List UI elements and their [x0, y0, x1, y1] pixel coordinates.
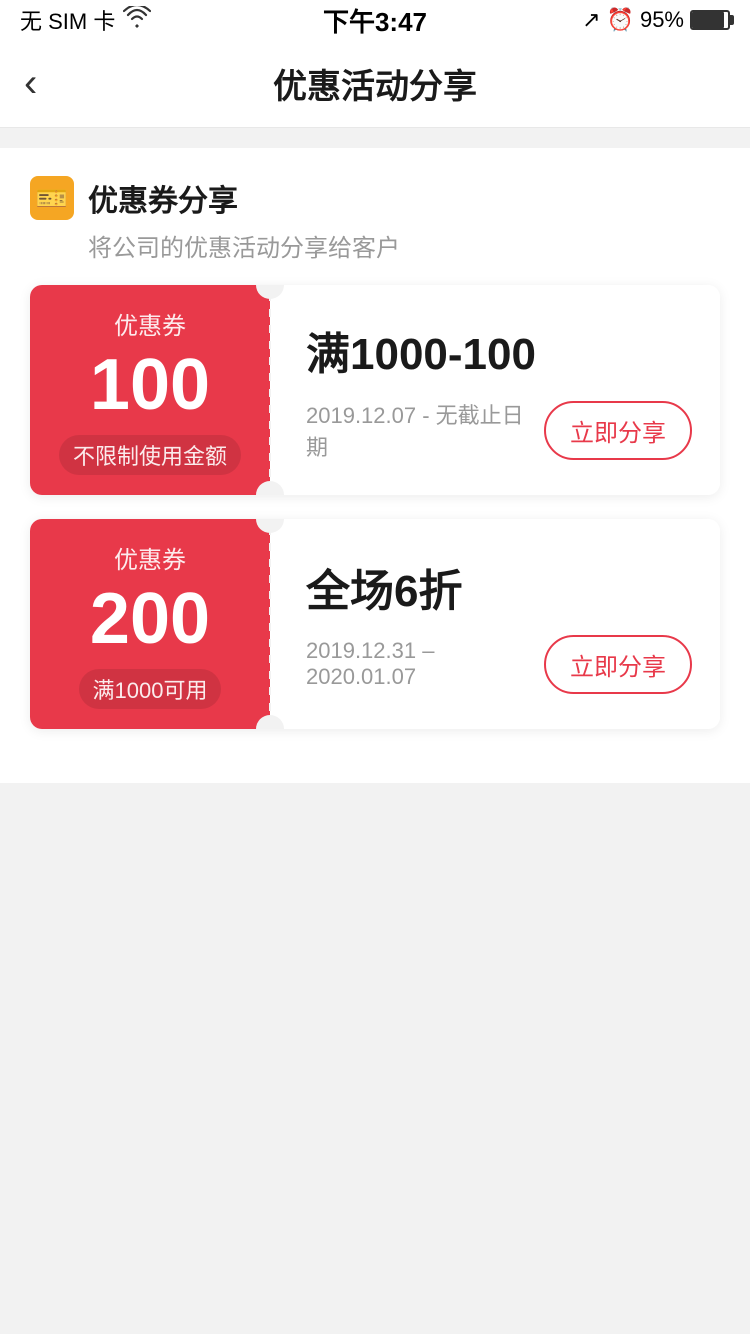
- coupon-name-2: 全场6折: [306, 555, 692, 619]
- battery-icon: [690, 10, 730, 30]
- status-bar: 无 SIM 卡 下午3:47 ↗ ⏰ 95%: [0, 0, 750, 40]
- empty-space: [0, 783, 750, 1183]
- section-header-row: 🎫 优惠券分享: [30, 176, 720, 220]
- coupon-date-row-1: 2019.12.07 - 无截止日期 立即分享: [306, 398, 692, 462]
- back-button[interactable]: ‹: [24, 61, 37, 106]
- status-left: 无 SIM 卡: [20, 4, 151, 36]
- carrier-text: 无 SIM 卡: [20, 4, 115, 36]
- coupon-right-2: 全场6折 2019.12.31 – 2020.01.07 立即分享: [270, 519, 720, 729]
- coupon-date-row-2: 2019.12.31 – 2020.01.07 立即分享: [306, 635, 692, 694]
- coupon-value-2: 200: [90, 583, 210, 655]
- top-divider: [0, 128, 750, 148]
- coupon-right-1: 满1000-100 2019.12.07 - 无截止日期 立即分享: [270, 285, 720, 495]
- coupon-list: 优惠券 100 不限制使用金额 满1000-100 2019.12.07 - 无…: [0, 285, 750, 783]
- coupon-left-1: 优惠券 100 不限制使用金额: [30, 285, 270, 495]
- coupon-value-1: 100: [90, 349, 210, 421]
- coupon-name-1: 满1000-100: [306, 318, 692, 382]
- section-header: 🎫 优惠券分享 将公司的优惠活动分享给客户: [0, 148, 750, 285]
- page-title: 优惠活动分享: [273, 59, 477, 108]
- status-time: 下午3:47: [323, 2, 427, 39]
- share-button-1[interactable]: 立即分享: [544, 401, 692, 460]
- coupon-card-1: 优惠券 100 不限制使用金额 满1000-100 2019.12.07 - 无…: [30, 285, 720, 495]
- coupon-label-2: 优惠券: [114, 540, 186, 575]
- alarm-icon: ⏰: [607, 7, 634, 33]
- location-icon: ↗: [582, 7, 600, 33]
- back-arrow: ‹: [24, 61, 37, 106]
- section-title: 优惠券分享: [88, 176, 238, 220]
- section-subtitle: 将公司的优惠活动分享给客户: [88, 228, 720, 263]
- coupon-condition-2: 满1000可用: [79, 669, 222, 709]
- section-icon: 🎫: [30, 176, 74, 220]
- coupon-icon: 🎫: [36, 183, 68, 214]
- coupon-label-1: 优惠券: [114, 306, 186, 341]
- nav-bar: ‹ 优惠活动分享: [0, 40, 750, 128]
- coupon-date-1: 2019.12.07 - 无截止日期: [306, 398, 544, 462]
- status-right: ↗ ⏰ 95%: [582, 7, 730, 33]
- share-button-2[interactable]: 立即分享: [544, 635, 692, 694]
- coupon-date-2: 2019.12.31 – 2020.01.07: [306, 638, 544, 690]
- coupon-left-2: 优惠券 200 满1000可用: [30, 519, 270, 729]
- coupon-card-2: 优惠券 200 满1000可用 全场6折 2019.12.31 – 2020.0…: [30, 519, 720, 729]
- battery-percent: 95%: [640, 7, 684, 33]
- coupon-condition-1: 不限制使用金额: [59, 435, 241, 475]
- wifi-icon: [123, 6, 151, 34]
